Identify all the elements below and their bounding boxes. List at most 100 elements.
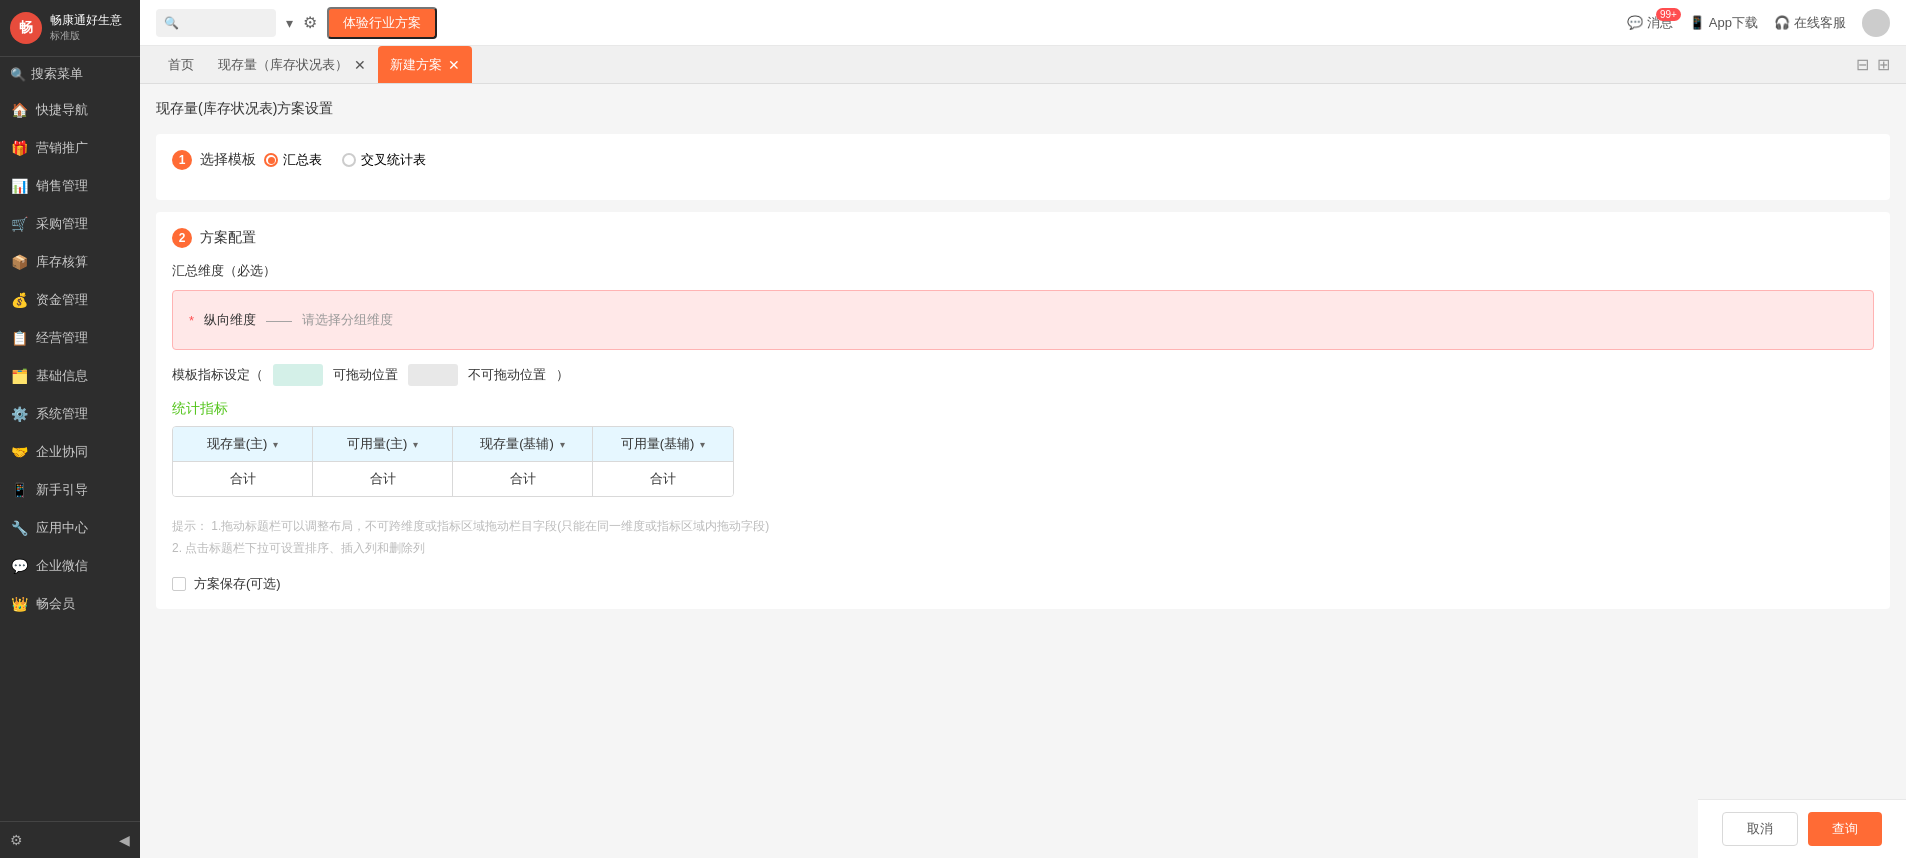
minimize-icon[interactable]: ⊟ [1856,55,1869,74]
col3-header[interactable]: 现存量(基辅) ▾ [453,427,593,461]
cancel-button[interactable]: 取消 [1722,812,1798,846]
sidebar-item-new-guide[interactable]: 📱 新手引导 [0,471,140,509]
finance-icon: 💰 [10,291,28,309]
col2-header[interactable]: 可用量(主) ▾ [313,427,453,461]
expand-icon[interactable]: ⊞ [1877,55,1890,74]
col2-data: 合计 [313,462,453,496]
online-service-label: 在线客服 [1794,14,1846,32]
radio-summary-circle [264,153,278,167]
sidebar-item-inventory[interactable]: 📦 库存核算 [0,243,140,281]
message-icon: 💬 [1627,15,1643,30]
footer-buttons: 取消 查询 [1698,799,1906,858]
vip-icon: 👑 [10,595,28,613]
sidebar-item-label: 经营管理 [36,329,88,347]
col3-label: 现存量(基辅) [480,435,554,453]
vertical-dim-area: * 纵向维度 —— 请选择分组维度 [172,290,1874,350]
new-guide-icon: 📱 [10,481,28,499]
sidebar-item-system[interactable]: ⚙️ 系统管理 [0,395,140,433]
sidebar-item-app-center[interactable]: 🔧 应用中心 [0,509,140,547]
radio-cross-circle [342,153,356,167]
radio-cross-table[interactable]: 交叉统计表 [342,151,426,169]
sidebar-item-label: 采购管理 [36,215,88,233]
topbar-search-icon: 🔍 [164,16,179,30]
dim-dash: —— [266,313,292,328]
sidebar: 畅 畅康通好生意 标准版 🔍 搜索菜单 🏠 快捷导航 🎁 营销推广 📊 销售管理… [0,0,140,858]
sidebar-item-label: 资金管理 [36,291,88,309]
app-version: 标准版 [50,29,122,43]
sidebar-item-purchase[interactable]: 🛒 采购管理 [0,205,140,243]
vertical-dim-placeholder[interactable]: 请选择分组维度 [302,311,393,329]
tab-new-plan-close[interactable]: ✕ [448,57,460,73]
tab-inventory-status[interactable]: 现存量（库存状况表） ✕ [206,46,378,83]
message-badge: 99+ [1656,8,1681,21]
topbar-gear-icon[interactable]: ⚙ [303,13,317,32]
user-avatar[interactable] [1862,9,1890,37]
topbar-left: 🔍 ▾ ⚙ 体验行业方案 [156,7,437,39]
operations-icon: 📋 [10,329,28,347]
settings-footer-button[interactable]: ⚙ [10,832,23,848]
section1-num: 1 [172,150,192,170]
sidebar-item-label: 应用中心 [36,519,88,537]
col4-header[interactable]: 可用量(基辅) ▾ [593,427,733,461]
system-icon: ⚙️ [10,405,28,423]
sidebar-item-basic-info[interactable]: 🗂️ 基础信息 [0,357,140,395]
sidebar-item-enterprise[interactable]: 🤝 企业协同 [0,433,140,471]
tip2: 2. 点击标题栏下拉可设置排序、插入列和删除列 [172,538,1874,560]
sidebar-item-label: 营销推广 [36,139,88,157]
online-service-button[interactable]: 🎧 在线客服 [1774,14,1846,32]
topbar: 🔍 ▾ ⚙ 体验行业方案 💬 消息 99+ 📱 App下载 🎧 在线客服 [140,0,1906,46]
tip1: 提示： 1.拖动标题栏可以调整布局，不可跨维度或指标区域拖动栏目字段(只能在同一… [172,516,1874,538]
message-button[interactable]: 💬 消息 99+ [1627,14,1673,32]
topbar-right: 💬 消息 99+ 📱 App下载 🎧 在线客服 [1627,9,1890,37]
fixed-indicator [408,364,458,386]
sidebar-search[interactable]: 🔍 搜索菜单 [0,57,140,91]
tab-new-plan[interactable]: 新建方案 ✕ [378,46,472,83]
sidebar-item-enterprise-wechat[interactable]: 💬 企业微信 [0,547,140,585]
app-name-block: 畅康通好生意 标准版 [50,13,122,43]
stats-header-row: 现存量(主) ▾ 可用量(主) ▾ 现存量(基辅) ▾ 可用量(基辅) ▾ [173,427,733,461]
col1-header[interactable]: 现存量(主) ▾ [173,427,313,461]
app-download-button[interactable]: 📱 App下载 [1689,14,1758,32]
radio-summary-label: 汇总表 [283,151,322,169]
topbar-dropdown-icon[interactable]: ▾ [286,15,293,31]
radio-summary-table[interactable]: 汇总表 [264,151,322,169]
app-center-icon: 🔧 [10,519,28,537]
sidebar-item-operations[interactable]: 📋 经营管理 [0,319,140,357]
sidebar-item-sales[interactable]: 📊 销售管理 [0,167,140,205]
sidebar-footer: ⚙ ◀ [0,821,140,858]
required-star: * [189,313,194,328]
col1-label: 现存量(主) [207,435,268,453]
col1-data: 合计 [173,462,313,496]
section-select-template: 1 选择模板 汇总表 交叉统计表 [156,134,1890,200]
query-button[interactable]: 查询 [1808,812,1882,846]
col3-data: 合计 [453,462,593,496]
indicator-row: 模板指标设定（ 可拖动位置 不可拖动位置 ） [172,364,1874,386]
section2-header: 2 方案配置 [172,228,1874,248]
sidebar-item-label: 基础信息 [36,367,88,385]
app-download-icon: 📱 [1689,15,1705,30]
trial-industry-button[interactable]: 体验行业方案 [327,7,437,39]
summary-dim-label: 汇总维度（必选） [172,262,1874,280]
sidebar-item-quick-nav[interactable]: 🏠 快捷导航 [0,91,140,129]
enterprise-icon: 🤝 [10,443,28,461]
sidebar-item-label: 新手引导 [36,481,88,499]
sidebar-item-label: 畅会员 [36,595,75,613]
marketing-icon: 🎁 [10,139,28,157]
collapse-sidebar-button[interactable]: ◀ [119,832,130,848]
save-checkbox[interactable] [172,577,186,591]
template-radio-group: 汇总表 交叉统计表 [264,151,426,169]
tabs-bar: 首页 现存量（库存状况表） ✕ 新建方案 ✕ ⊟ ⊞ [140,46,1906,84]
tab-inventory-status-close[interactable]: ✕ [354,57,366,73]
sidebar-item-marketing[interactable]: 🎁 营销推广 [0,129,140,167]
draggable-label: 可拖动位置 [333,366,398,384]
topbar-search-box[interactable]: 🔍 [156,9,276,37]
quick-nav-icon: 🏠 [10,101,28,119]
tab-home[interactable]: 首页 [156,46,206,83]
sidebar-item-finance[interactable]: 💰 资金管理 [0,281,140,319]
sidebar-nav: 🏠 快捷导航 🎁 营销推广 📊 销售管理 🛒 采购管理 📦 库存核算 💰 资金管… [0,91,140,821]
enterprise-wechat-icon: 💬 [10,557,28,575]
sidebar-item-label: 库存核算 [36,253,88,271]
sidebar-item-label: 系统管理 [36,405,88,423]
sidebar-item-vip[interactable]: 👑 畅会员 [0,585,140,623]
col4-label: 可用量(基辅) [621,435,695,453]
